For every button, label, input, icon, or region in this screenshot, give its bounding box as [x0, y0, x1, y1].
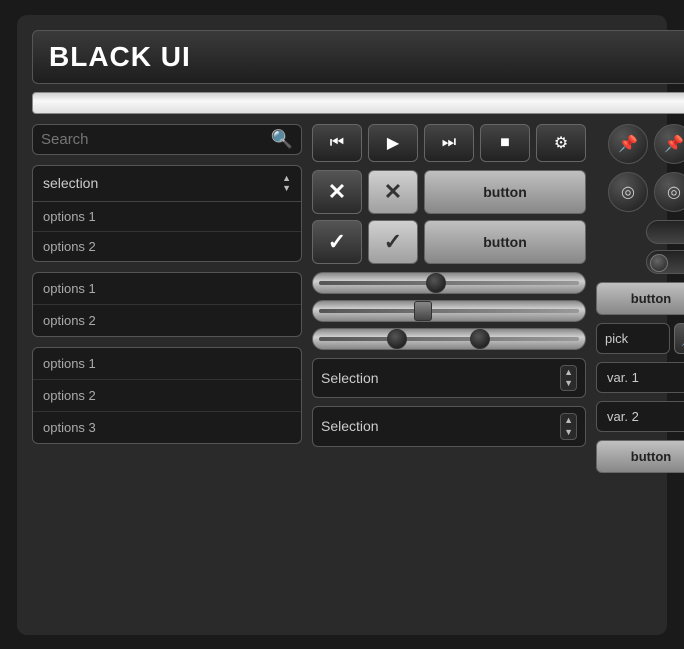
var-item-1[interactable]: var. 1 — [596, 362, 684, 393]
check-icon: ✓ — [384, 229, 402, 255]
check-light-button[interactable]: ✓ — [368, 220, 418, 264]
slider-thumb-3b[interactable] — [470, 329, 490, 349]
middle-column: ⏮ ▶ ⏭ ■ ⚙ ✕ — [312, 124, 586, 473]
pin-button-1[interactable]: 📌 — [608, 124, 648, 164]
selection-box-1[interactable]: Selection ▲ ▼ — [312, 358, 586, 399]
slider-thumb-1[interactable] — [426, 273, 446, 293]
pin-icon-2: 📌 — [664, 134, 684, 154]
list-item[interactable]: options 1 — [33, 273, 301, 305]
search-icon[interactable]: 🔍 — [271, 129, 293, 150]
list-item[interactable]: options 2 — [33, 305, 301, 336]
selection-label-2: Selection — [321, 418, 379, 434]
progress-bar — [32, 92, 684, 114]
dropdown-box: selection ▲ ▼ options 1 options 2 — [32, 165, 302, 262]
close-dark-button[interactable]: ✕ — [312, 170, 362, 214]
toggle-knob-2 — [650, 254, 668, 272]
var-item-2[interactable]: var. 2 — [596, 401, 684, 432]
slider-track-3 — [319, 337, 579, 341]
x-icon: ✕ — [328, 179, 346, 205]
x-icon: ✕ — [384, 179, 402, 205]
list-item[interactable]: options 1 — [33, 202, 301, 232]
dropdown-selected: selection — [43, 175, 98, 191]
gear-icon: ⚙ — [554, 133, 568, 153]
knob-1[interactable]: ◎ — [608, 172, 648, 212]
main-container: BLACK UI 🔍 selection ▲ ▼ options — [17, 15, 667, 635]
toggle-row — [596, 220, 684, 274]
sel-down-1: ▼ — [564, 378, 573, 389]
rewind-icon: ⏮ — [330, 134, 344, 152]
toggle-1[interactable] — [646, 220, 684, 244]
slider-track-2 — [319, 309, 579, 313]
title-bar: BLACK UI — [32, 30, 684, 84]
pick-row: pick 📌 — [596, 323, 684, 354]
transport-bar: ⏮ ▶ ⏭ ■ ⚙ — [312, 124, 586, 162]
arrow-up: ▲ — [282, 174, 291, 183]
slider-1[interactable] — [312, 272, 586, 294]
button-2[interactable]: button — [424, 220, 586, 264]
button-grid: ✕ ✕ button ✓ ✓ button — [312, 170, 586, 264]
pin-icon-1: 📌 — [618, 134, 638, 154]
sel-up-1: ▲ — [564, 367, 573, 378]
close-light-button[interactable]: ✕ — [368, 170, 418, 214]
check-icon: ✓ — [328, 229, 346, 255]
slider-thumb-2[interactable] — [414, 301, 432, 321]
stop-button[interactable]: ■ — [480, 124, 530, 162]
button-1[interactable]: button — [424, 170, 586, 214]
pick-label: pick — [596, 323, 670, 354]
main-content: 🔍 selection ▲ ▼ options 1 options 2 opti… — [32, 124, 684, 473]
search-input[interactable] — [41, 131, 265, 148]
sel-up-2: ▲ — [564, 415, 573, 426]
play-button[interactable]: ▶ — [368, 124, 418, 162]
pin-button-2[interactable]: 📌 — [654, 124, 684, 164]
list-item[interactable]: options 2 — [33, 380, 301, 412]
settings-button[interactable]: ⚙ — [536, 124, 586, 162]
list-box-1: options 1 options 2 — [32, 272, 302, 337]
pin-row-1: 📌 📌 — [608, 124, 684, 164]
list-item[interactable]: options 1 — [33, 348, 301, 380]
check-dark-button[interactable]: ✓ — [312, 220, 362, 264]
selection-label-1: Selection — [321, 370, 379, 386]
slider-thumb-3a[interactable] — [387, 329, 407, 349]
right-column: 📌 📌 ◎ ◎ button — [596, 124, 684, 473]
list-box-2: options 1 options 2 options 3 — [32, 347, 302, 444]
rewind-button[interactable]: ⏮ — [312, 124, 362, 162]
right-button-1[interactable]: button — [596, 282, 684, 315]
fastforward-icon: ⏭ — [442, 134, 456, 152]
slider-area — [312, 272, 586, 350]
knob-2[interactable]: ◎ — [654, 172, 684, 212]
pick-pin-button[interactable]: 📌 — [674, 323, 684, 354]
slider-track-1 — [319, 281, 579, 285]
right-button-2[interactable]: button — [596, 440, 684, 473]
knob-row: ◎ ◎ — [608, 172, 684, 212]
selection-box-2[interactable]: Selection ▲ ▼ — [312, 406, 586, 447]
sel-down-2: ▼ — [564, 427, 573, 438]
play-icon: ▶ — [387, 133, 399, 153]
list-item[interactable]: options 3 — [33, 412, 301, 443]
arrow-down: ▼ — [282, 184, 291, 193]
slider-3[interactable] — [312, 328, 586, 350]
dropdown-arrows[interactable]: ▲ ▼ — [282, 174, 291, 193]
left-column: 🔍 selection ▲ ▼ options 1 options 2 opti… — [32, 124, 302, 473]
selection-arrows-1[interactable]: ▲ ▼ — [560, 365, 577, 392]
app-title: BLACK UI — [49, 41, 191, 72]
stop-icon: ■ — [500, 134, 510, 152]
list-item[interactable]: options 2 — [33, 232, 301, 261]
toggle-2[interactable] — [646, 250, 684, 274]
fastforward-button[interactable]: ⏭ — [424, 124, 474, 162]
dropdown-header[interactable]: selection ▲ ▼ — [33, 166, 301, 202]
search-wrapper: 🔍 — [32, 124, 302, 155]
slider-2[interactable] — [312, 300, 586, 322]
selection-arrows-2[interactable]: ▲ ▼ — [560, 413, 577, 440]
title-section: BLACK UI — [32, 30, 684, 114]
